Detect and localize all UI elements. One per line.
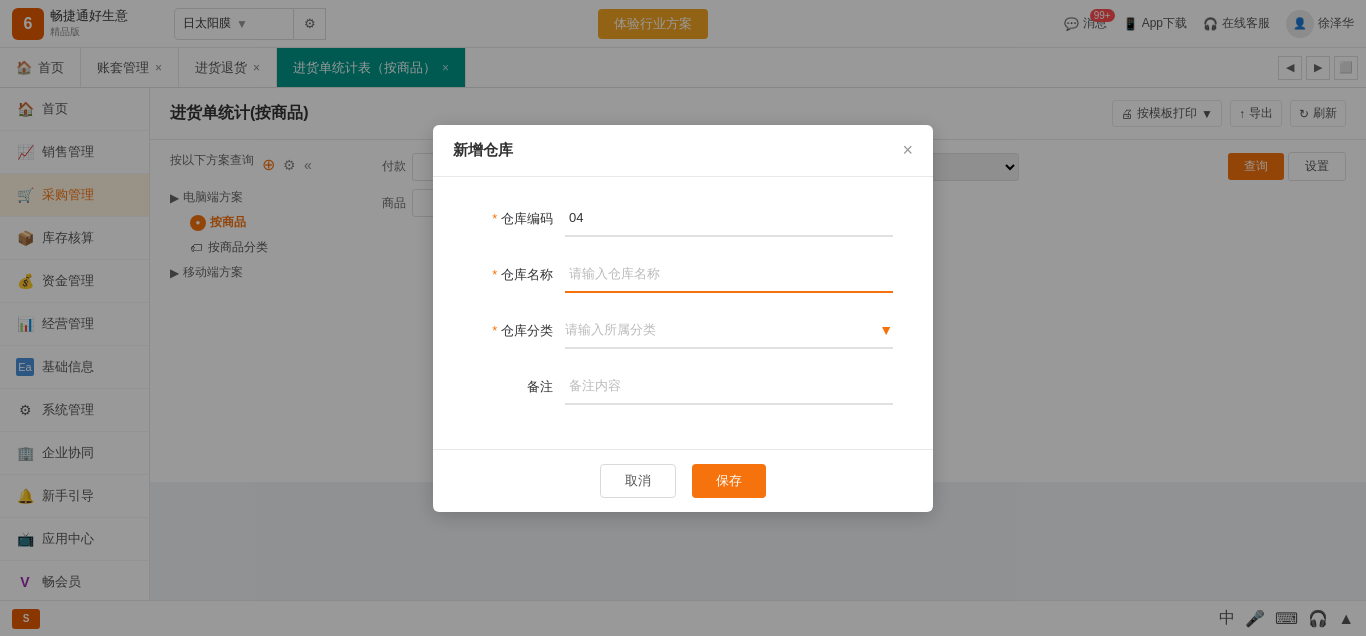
code-input[interactable] (565, 201, 893, 237)
code-label: 仓库编码 (473, 210, 553, 228)
dialog-close-btn[interactable]: × (902, 141, 913, 159)
save-button[interactable]: 保存 (692, 464, 766, 498)
category-label: 仓库分类 (473, 322, 553, 340)
category-select[interactable]: 请输入所属分类 ▼ (565, 313, 893, 349)
dialog-add-warehouse: 新增仓库 × 仓库编码 仓库名称 仓库分类 请输入所属分类 ▼ (433, 125, 933, 512)
modal-overlay: 新增仓库 × 仓库编码 仓库名称 仓库分类 请输入所属分类 ▼ (0, 0, 1366, 636)
form-row-category: 仓库分类 请输入所属分类 ▼ (473, 313, 893, 349)
name-input[interactable] (565, 257, 893, 293)
category-placeholder: 请输入所属分类 (565, 321, 879, 339)
form-row-remark: 备注 (473, 369, 893, 405)
dialog-header: 新增仓库 × (433, 125, 933, 177)
cancel-button[interactable]: 取消 (600, 464, 676, 498)
name-label: 仓库名称 (473, 266, 553, 284)
form-row-code: 仓库编码 (473, 201, 893, 237)
remark-input[interactable] (565, 369, 893, 405)
category-arrow-icon: ▼ (879, 322, 893, 338)
form-row-name: 仓库名称 (473, 257, 893, 293)
dialog-title: 新增仓库 (453, 141, 513, 160)
dialog-footer: 取消 保存 (433, 449, 933, 512)
dialog-body: 仓库编码 仓库名称 仓库分类 请输入所属分类 ▼ 备注 (433, 177, 933, 449)
remark-label: 备注 (473, 378, 553, 396)
